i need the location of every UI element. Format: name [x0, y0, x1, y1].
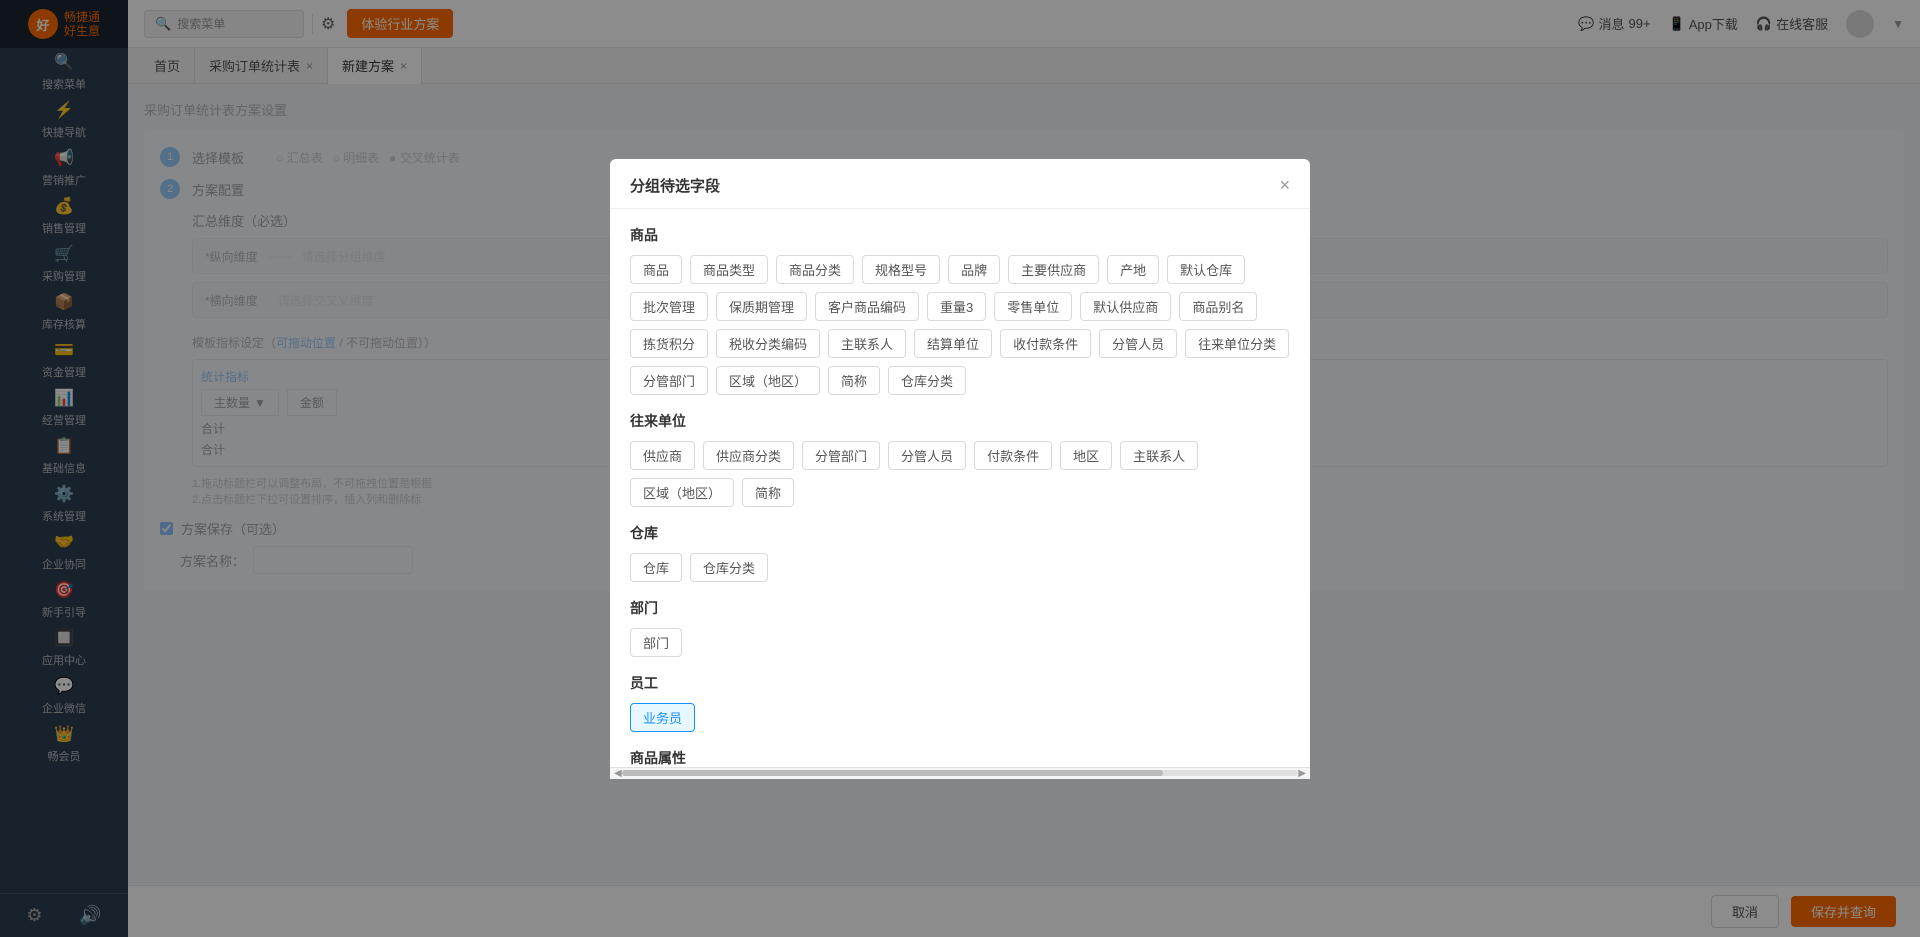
field-tag-main-supplier[interactable]: 主要供应商 — [1008, 255, 1099, 284]
field-tags-department: 部门 — [630, 628, 1290, 657]
field-tag-brand[interactable]: 品牌 — [948, 255, 1000, 284]
field-tags-employee: 业务员 — [630, 703, 1290, 732]
field-tag-from-unit-category[interactable]: 往来单位分类 — [1185, 329, 1289, 358]
field-tag-customer-code[interactable]: 客户商品编码 — [815, 292, 919, 321]
field-tag-goods[interactable]: 商品 — [630, 255, 682, 284]
field-tag-origin[interactable]: 产地 — [1107, 255, 1159, 284]
field-tag-main-contact[interactable]: 主联系人 — [828, 329, 906, 358]
field-tag-area2[interactable]: 区域（地区） — [630, 478, 734, 507]
h-scrollbar-thumb — [622, 770, 1163, 776]
field-tags-trading-partner: 供应商供应商分类分管部门分管人员付款条件地区主联系人区域（地区） 简称 — [630, 441, 1290, 507]
field-tag-region[interactable]: 地区 — [1060, 441, 1112, 470]
field-tag-supplier[interactable]: 供应商 — [630, 441, 695, 470]
field-tag-spec-type[interactable]: 规格型号 — [862, 255, 940, 284]
field-tag-supplier-category[interactable]: 供应商分类 — [703, 441, 794, 470]
section-goods-attr: 商品属性属性颜色多规格尺码鞋码1 — [630, 748, 1290, 767]
field-tag-payment-cond[interactable]: 付款条件 — [974, 441, 1052, 470]
section-trading-partner: 往来单位供应商供应商分类分管部门分管人员付款条件地区主联系人区域（地区） 简称 — [630, 411, 1290, 507]
field-tag-warehouse-category[interactable]: 仓库分类 — [888, 366, 966, 395]
field-tag-expiry-mgmt[interactable]: 保质期管理 — [716, 292, 807, 321]
section-title-department: 部门 — [630, 598, 1290, 618]
modal-horizontal-scrollbar[interactable]: ◀ ▶ — [610, 767, 1310, 779]
section-employee: 员工业务员 — [630, 673, 1290, 732]
modal-header: 分组待选字段 × — [610, 159, 1310, 209]
field-tag-default-supplier[interactable]: 默认供应商 — [1080, 292, 1171, 321]
field-tag-settlement-unit[interactable]: 结算单位 — [914, 329, 992, 358]
field-tag-wh-category[interactable]: 仓库分类 — [690, 553, 768, 582]
modal-body[interactable]: 商品商品商品类型商品分类规格型号品牌主要供应商产地默认仓库批次管理保质期管理客户… — [610, 209, 1310, 767]
modal-title: 分组待选字段 — [630, 175, 720, 196]
field-tag-batch-mgmt[interactable]: 批次管理 — [630, 292, 708, 321]
field-tag-tax-code[interactable]: 税收分类编码 — [716, 329, 820, 358]
field-tag-pick-points[interactable]: 拣货积分 — [630, 329, 708, 358]
modal-close-button[interactable]: × — [1279, 176, 1290, 194]
scroll-right-arrow[interactable]: ▶ — [1298, 768, 1306, 779]
field-tag-payment-terms[interactable]: 收付款条件 — [1000, 329, 1091, 358]
field-tag-main-contact2[interactable]: 主联系人 — [1120, 441, 1198, 470]
section-title-warehouse: 仓库 — [630, 523, 1290, 543]
section-department: 部门部门 — [630, 598, 1290, 657]
field-tag-goods-category[interactable]: 商品分类 — [776, 255, 854, 284]
h-scrollbar-track — [622, 770, 1299, 776]
modal-dialog: 分组待选字段 × 商品商品商品类型商品分类规格型号品牌主要供应商产地默认仓库批次… — [610, 159, 1310, 779]
section-title-goods-attr: 商品属性 — [630, 748, 1290, 767]
field-tag-dept[interactable]: 分管部门 — [630, 366, 708, 395]
field-tag-retail-unit[interactable]: 零售单位 — [994, 292, 1072, 321]
section-goods: 商品商品商品类型商品分类规格型号品牌主要供应商产地默认仓库批次管理保质期管理客户… — [630, 225, 1290, 395]
field-tag-abbreviation[interactable]: 简称 — [828, 366, 880, 395]
section-warehouse: 仓库仓库仓库分类 — [630, 523, 1290, 582]
scroll-left-arrow[interactable]: ◀ — [614, 768, 622, 779]
field-tag-goods-alias[interactable]: 商品别名 — [1179, 292, 1257, 321]
field-tag-area[interactable]: 区域（地区） — [716, 366, 820, 395]
field-tag-mgmt-person[interactable]: 分管人员 — [888, 441, 966, 470]
field-tag-default-warehouse[interactable]: 默认仓库 — [1167, 255, 1245, 284]
field-tag-dept-manager[interactable]: 分管人员 — [1099, 329, 1177, 358]
field-tag-dept2[interactable]: 部门 — [630, 628, 682, 657]
field-tags-goods: 商品商品类型商品分类规格型号品牌主要供应商产地默认仓库批次管理保质期管理客户商品… — [630, 255, 1290, 395]
section-title-trading-partner: 往来单位 — [630, 411, 1290, 431]
field-tags-warehouse: 仓库仓库分类 — [630, 553, 1290, 582]
section-title-goods: 商品 — [630, 225, 1290, 245]
field-tag-wh[interactable]: 仓库 — [630, 553, 682, 582]
field-tag-goods-type[interactable]: 商品类型 — [690, 255, 768, 284]
field-tag-weight3[interactable]: 重量3 — [927, 292, 986, 321]
section-title-employee: 员工 — [630, 673, 1290, 693]
field-tag-abbr2[interactable]: 简称 — [742, 478, 794, 507]
field-tag-salesperson[interactable]: 业务员 — [630, 703, 695, 732]
modal-overlay: 分组待选字段 × 商品商品商品类型商品分类规格型号品牌主要供应商产地默认仓库批次… — [0, 0, 1920, 937]
field-tag-mgmt-dept[interactable]: 分管部门 — [802, 441, 880, 470]
